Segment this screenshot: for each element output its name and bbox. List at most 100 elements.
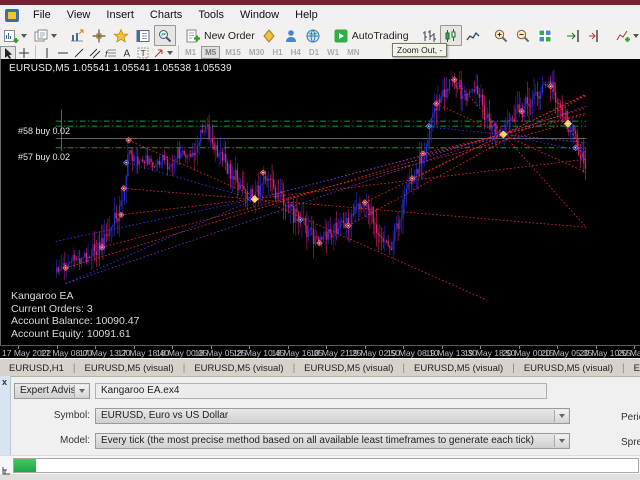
- chart-tab-3[interactable]: EURUSD,M5 (visual): [295, 361, 402, 376]
- menu-item-help[interactable]: Help: [287, 7, 326, 23]
- menu-item-insert[interactable]: Insert: [98, 7, 142, 23]
- new-chart-button[interactable]: [0, 25, 30, 46]
- menu-item-charts[interactable]: Charts: [142, 7, 190, 23]
- mt4-window: { "menu": {"items": ["File", "View", "In…: [0, 0, 640, 480]
- order-line-label-0: #58 buy 0.02: [18, 126, 71, 136]
- text-label-icon: T: [137, 47, 149, 58]
- strategy-tester-icon: [159, 29, 172, 42]
- profiles-icon: [34, 29, 48, 41]
- menu-bar: File View Insert Charts Tools Window Help: [0, 5, 640, 25]
- model-label: Model:: [59, 435, 90, 446]
- strategy-tester-button[interactable]: [154, 25, 176, 46]
- navigator-icon: [113, 28, 129, 43]
- period-label: Period:: [621, 412, 640, 423]
- data-window-button[interactable]: [88, 25, 110, 46]
- trend-rays: [55, 79, 587, 301]
- chart-title: EURUSD,M5 1.05541 1.05541 1.05538 1.0553…: [9, 63, 232, 74]
- line-chart-button[interactable]: [462, 25, 484, 46]
- trendline-button[interactable]: [71, 46, 87, 60]
- text-label-button[interactable]: T: [135, 46, 151, 60]
- chart-tab-1[interactable]: EURUSD,M5 (visual): [76, 361, 183, 376]
- cursor-button[interactable]: [0, 45, 16, 60]
- chart-shift-icon: [588, 29, 598, 42]
- timeframe-h4-button[interactable]: H4: [288, 47, 304, 58]
- chart-tab-2[interactable]: EURUSD,M5 (visual): [185, 361, 292, 376]
- menu-item-window[interactable]: Window: [232, 7, 287, 23]
- profiles-button[interactable]: [30, 25, 60, 46]
- expert-selector-combo[interactable]: Expert Advisor: [14, 383, 90, 399]
- cursor-icon: [5, 47, 12, 59]
- terminal-button[interactable]: [132, 25, 154, 46]
- timeframe-strip: M1 M5 M15 M30 H1 H4 D1 W1 MN: [182, 46, 363, 59]
- zoom-out-tooltip: Zoom Out, -: [392, 43, 448, 57]
- menu-item-tools[interactable]: Tools: [190, 7, 232, 23]
- timeframe-d1-button[interactable]: D1: [306, 47, 322, 58]
- chart-window[interactable]: EURUSD,M5 1.05541 1.05541 1.05538 1.0553…: [0, 59, 640, 345]
- symbol-value: EURUSD, Euro vs US Dollar: [101, 410, 229, 421]
- horizontal-line-button[interactable]: [55, 46, 71, 60]
- ea-account-equity: Account Equity: 10091.61: [11, 327, 131, 340]
- equidistant-channel-icon: [89, 48, 101, 58]
- svg-text:T: T: [141, 48, 146, 58]
- ea-info-overlay: Kangaroo EA Current Orders: 3 Account Ba…: [11, 290, 139, 340]
- navigator-button[interactable]: [110, 25, 132, 46]
- fibonacci-button[interactable]: f: [103, 46, 119, 60]
- timeframe-mn-button[interactable]: MN: [344, 47, 362, 58]
- autotrading-icon: [334, 29, 348, 42]
- expert-file-field[interactable]: Kangaroo EA.ex4: [95, 383, 547, 399]
- tile-windows-button[interactable]: [534, 25, 556, 46]
- web-community-button[interactable]: [302, 25, 324, 46]
- vertical-line-button[interactable]: [39, 46, 55, 60]
- model-combo[interactable]: Every tick (the most precise method base…: [95, 433, 570, 449]
- timeframe-m1-button[interactable]: M1: [182, 47, 199, 58]
- new-order-label: New Order: [204, 29, 255, 42]
- publisher-icon: [285, 29, 296, 42]
- model-combo-arrow-icon: [554, 435, 568, 447]
- fibonacci-icon: f: [105, 49, 116, 59]
- chart-tab-6[interactable]: EURUSD,M5 (visual): [625, 361, 640, 376]
- chart-shift-button[interactable]: [584, 25, 606, 46]
- time-axis-label: 20 May: [618, 348, 640, 358]
- text-button[interactable]: A: [119, 46, 135, 60]
- menu-item-file[interactable]: File: [25, 7, 59, 23]
- new-chart-dropdown-icon: [21, 33, 27, 38]
- timeframe-w1-button[interactable]: W1: [324, 47, 342, 58]
- tester-close-button[interactable]: x: [2, 378, 7, 387]
- ea-current-orders: Current Orders: 3: [11, 302, 93, 315]
- timeframe-m30-button[interactable]: M30: [246, 47, 268, 58]
- metaeditor-button[interactable]: [258, 25, 280, 46]
- chart-tab-4[interactable]: EURUSD,M5 (visual): [405, 361, 512, 376]
- progress-row: [0, 455, 640, 475]
- auto-scroll-button[interactable]: [562, 25, 584, 46]
- mt4-logo-icon: [5, 8, 19, 22]
- timeframe-m5-button[interactable]: M5: [201, 46, 221, 59]
- zoom-out-button[interactable]: [512, 25, 534, 46]
- arrow-shapes-dropdown-icon: [167, 50, 173, 55]
- chart-tab-5[interactable]: EURUSD,M5 (visual): [515, 361, 622, 376]
- crosshair-button[interactable]: [16, 46, 32, 60]
- tile-windows-icon: [538, 29, 552, 42]
- zoom-in-button[interactable]: [490, 25, 512, 46]
- tree-toggle-icon[interactable]: [2, 466, 11, 475]
- symbol-combo[interactable]: EURUSD, Euro vs US Dollar: [95, 408, 570, 424]
- timeframe-h1-button[interactable]: H1: [269, 47, 285, 58]
- indicators-dropdown-icon: [632, 33, 639, 38]
- publisher-button[interactable]: [280, 25, 302, 46]
- candlestick-chart-icon: [445, 28, 456, 42]
- equidistant-channel-button[interactable]: [87, 46, 103, 60]
- autotrading-label: AutoTrading: [351, 29, 409, 42]
- symbol-label: Symbol:: [53, 410, 90, 421]
- arrow-shapes-icon: [154, 49, 163, 57]
- arrow-shapes-button[interactable]: [151, 46, 175, 60]
- timeframe-m15-button[interactable]: M15: [222, 47, 244, 58]
- order-line-label-1: #57 buy 0.02: [18, 152, 71, 162]
- chart-tab-0[interactable]: EURUSD,H1: [0, 361, 73, 376]
- symbol-combo-arrow-icon: [554, 410, 568, 422]
- market-watch-button[interactable]: [66, 25, 88, 46]
- menu-item-view[interactable]: View: [59, 7, 99, 23]
- text-icon: A: [124, 48, 131, 59]
- chart-tab-bar: EURUSD,H1 | EURUSD,M5 (visual) | EURUSD,M5 (…: [0, 358, 640, 377]
- ea-name: Kangaroo EA: [11, 290, 74, 302]
- new-order-button[interactable]: New Order: [182, 25, 258, 46]
- indicators-button[interactable]: [612, 25, 640, 46]
